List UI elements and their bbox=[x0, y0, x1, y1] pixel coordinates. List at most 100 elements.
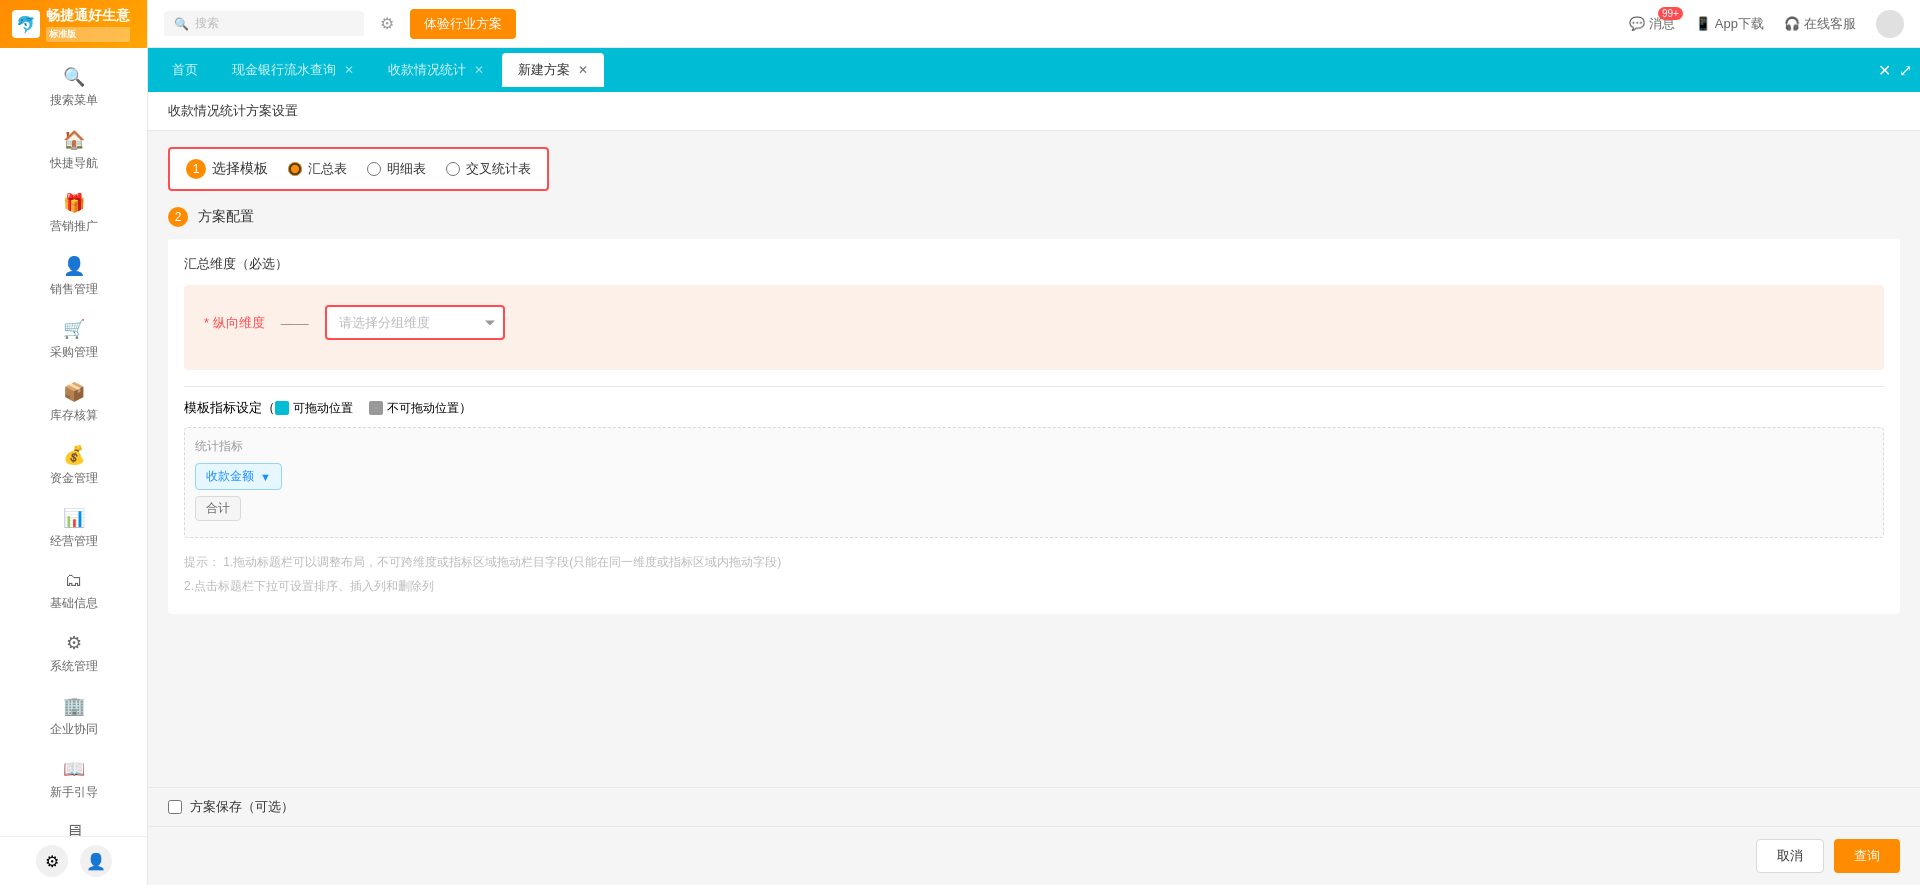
divider bbox=[184, 386, 1884, 387]
sub-tag-row: 合计 bbox=[195, 496, 1873, 521]
step2-section: 2 方案配置 汇总维度（必选） 纵向维度 —— 请选择分组维度 bbox=[168, 207, 1900, 614]
tab-bar: 首页 现金银行流水查询 ✕ 收款情况统计 ✕ 新建方案 ✕ ✕ ⤢ bbox=[148, 48, 1920, 92]
sidebar-item-capital[interactable]: 💰 资金管理 bbox=[0, 434, 147, 497]
template-box: 1 选择模板 汇总表 明细表 bbox=[168, 147, 549, 191]
maximize-icon[interactable]: ⤢ bbox=[1899, 61, 1912, 80]
sidebar-item-sales[interactable]: 👤 销售管理 bbox=[0, 245, 147, 308]
sidebar-item-label: 资金管理 bbox=[50, 470, 98, 487]
fixed-icon bbox=[369, 401, 383, 415]
sidebar-item-label: 营销推广 bbox=[50, 218, 98, 235]
sidebar-logo: 🐬 畅捷通好生意 标准版 bbox=[0, 0, 147, 48]
query-button[interactable]: 查询 bbox=[1834, 839, 1900, 873]
industry-btn[interactable]: 体验行业方案 bbox=[410, 9, 516, 39]
sidebar-item-hardware[interactable]: 🖥 智能硬件 bbox=[0, 811, 147, 836]
tab-newplan-close[interactable]: ✕ bbox=[578, 63, 588, 77]
gear-icon[interactable]: ⚙ bbox=[376, 10, 398, 37]
sidebar-bottom: ⚙ 👤 bbox=[0, 836, 147, 885]
sidebar-item-label: 经营管理 bbox=[50, 533, 98, 550]
tag-subtotal[interactable]: 合计 bbox=[195, 496, 241, 521]
save-option: 方案保存（可选） bbox=[148, 787, 1920, 826]
download-item[interactable]: 📱 App下载 bbox=[1695, 15, 1764, 33]
dimension-select-wrap: 请选择分组维度 bbox=[325, 305, 505, 340]
draggable-icon bbox=[275, 401, 289, 415]
sidebar-item-operations[interactable]: 📊 经营管理 bbox=[0, 497, 147, 560]
dimension-row: 纵向维度 —— 请选择分组维度 bbox=[204, 305, 1864, 340]
user-avatar[interactable] bbox=[1876, 10, 1904, 38]
sidebar-item-label: 搜索菜单 bbox=[50, 92, 98, 109]
tag-receipt-amount[interactable]: 收款金额 ▼ bbox=[195, 463, 282, 490]
sidebar-item-nav[interactable]: 🏠 快捷导航 bbox=[0, 119, 147, 182]
save-checkbox[interactable] bbox=[168, 800, 182, 814]
service-item[interactable]: 🎧 在线客服 bbox=[1784, 15, 1856, 33]
header-search[interactable]: 🔍 搜索 bbox=[164, 11, 364, 36]
radio-detail[interactable]: 明细表 bbox=[367, 160, 426, 178]
notification-item[interactable]: 💬 消息 99+ bbox=[1629, 15, 1675, 33]
tab-home[interactable]: 首页 bbox=[156, 53, 214, 87]
sidebar-item-label: 快捷导航 bbox=[50, 155, 98, 172]
gift-icon: 🎁 bbox=[63, 192, 85, 214]
page-content: 收款情况统计方案设置 1 选择模板 汇总表 bbox=[148, 92, 1920, 885]
save-label: 方案保存（可选） bbox=[190, 798, 294, 816]
tab-newplan[interactable]: 新建方案 ✕ bbox=[502, 53, 604, 87]
metrics-header: 模板指标设定（ 可拖动位置 不可拖动位置 ） bbox=[184, 399, 1884, 417]
tab-receipt-close[interactable]: ✕ bbox=[474, 63, 484, 77]
sidebar-item-basics[interactable]: 🗂 基础信息 bbox=[0, 560, 147, 622]
step2-number: 2 bbox=[168, 207, 188, 227]
sidebar-item-enterprise[interactable]: 🏢 企业协同 bbox=[0, 685, 147, 748]
dimension-select[interactable]: 请选择分组维度 bbox=[325, 305, 505, 340]
sidebar-item-label: 企业协同 bbox=[50, 721, 98, 738]
sidebar-item-label: 系统管理 bbox=[50, 658, 98, 675]
page-title: 收款情况统计方案设置 bbox=[148, 92, 1920, 131]
step1-header: 1 选择模板 汇总表 明细表 bbox=[168, 147, 1900, 191]
sidebar-item-marketing[interactable]: 🎁 营销推广 bbox=[0, 182, 147, 245]
tab-receipt[interactable]: 收款情况统计 ✕ bbox=[372, 53, 500, 87]
main-area: 🔍 搜索 ⚙ 体验行业方案 💬 消息 99+ 📱 App下载 🎧 在线客服 首页 bbox=[148, 0, 1920, 885]
tab-bar-controls: ✕ ⤢ bbox=[1878, 61, 1912, 80]
cancel-button[interactable]: 取消 bbox=[1756, 839, 1824, 873]
operations-icon: 📊 bbox=[63, 507, 85, 529]
radio-summary[interactable]: 汇总表 bbox=[288, 160, 347, 178]
radio-cross-input[interactable] bbox=[446, 162, 460, 176]
sidebar-item-inventory[interactable]: 📦 库存核算 bbox=[0, 371, 147, 434]
capital-icon: 💰 bbox=[63, 444, 85, 466]
search-icon: 🔍 bbox=[174, 17, 189, 31]
notification-badge: 99+ bbox=[1658, 7, 1683, 20]
close-window-icon[interactable]: ✕ bbox=[1878, 61, 1891, 80]
step1-number: 1 bbox=[186, 159, 206, 179]
page-body: 1 选择模板 汇总表 明细表 bbox=[148, 131, 1920, 787]
tab-cashflow-close[interactable]: ✕ bbox=[344, 63, 354, 77]
message-icon: 💬 bbox=[1629, 16, 1645, 31]
tab-cashflow[interactable]: 现金银行流水查询 ✕ bbox=[216, 53, 370, 87]
system-icon: ⚙ bbox=[66, 632, 82, 654]
settings-icon[interactable]: ⚙ bbox=[36, 845, 68, 877]
header-right: 💬 消息 99+ 📱 App下载 🎧 在线客服 bbox=[1629, 10, 1904, 38]
logo-badge: 标准版 bbox=[46, 27, 130, 42]
radio-detail-input[interactable] bbox=[367, 162, 381, 176]
sidebar-item-guide[interactable]: 📖 新手引导 bbox=[0, 748, 147, 811]
metrics-close: ） bbox=[459, 399, 472, 417]
tip-1: 提示： 1.拖动标题栏可以调整布局，不可跨维度或指标区域拖动栏目字段(只能在同一… bbox=[184, 550, 1884, 574]
sidebar-item-system[interactable]: ⚙ 系统管理 bbox=[0, 622, 147, 685]
draggable-indicator: 可拖动位置 bbox=[275, 400, 353, 417]
radio-summary-input[interactable] bbox=[288, 162, 302, 176]
download-icon: 📱 bbox=[1695, 16, 1711, 31]
sidebar-item-purchase[interactable]: 🛒 采购管理 bbox=[0, 308, 147, 371]
sidebar-item-label: 新手引导 bbox=[50, 784, 98, 801]
download-label: App下载 bbox=[1715, 15, 1764, 33]
dimension-title: 汇总维度（必选） bbox=[184, 255, 1884, 273]
tag-row: 收款金额 ▼ bbox=[195, 463, 1873, 490]
inventory-icon: 📦 bbox=[63, 381, 85, 403]
sidebar-nav: 🔍 搜索菜单 🏠 快捷导航 🎁 营销推广 👤 销售管理 🛒 采购管理 📦 库存核… bbox=[0, 48, 147, 836]
radio-detail-label: 明细表 bbox=[387, 160, 426, 178]
user-icon[interactable]: 👤 bbox=[80, 845, 112, 877]
search-icon: 🔍 bbox=[63, 66, 85, 88]
metrics-section: 模板指标设定（ 可拖动位置 不可拖动位置 ） bbox=[184, 399, 1884, 598]
step2-header: 2 方案配置 bbox=[168, 207, 1900, 227]
search-text: 搜索 bbox=[195, 15, 219, 32]
sidebar-item-search[interactable]: 🔍 搜索菜单 bbox=[0, 56, 147, 119]
template-radio-group: 汇总表 明细表 交叉统计表 bbox=[288, 160, 531, 178]
radio-cross[interactable]: 交叉统计表 bbox=[446, 160, 531, 178]
tag-dropdown-icon: ▼ bbox=[260, 471, 271, 483]
tag-subtotal-label: 合计 bbox=[206, 501, 230, 515]
fixed-label: 不可拖动位置 bbox=[387, 400, 459, 417]
